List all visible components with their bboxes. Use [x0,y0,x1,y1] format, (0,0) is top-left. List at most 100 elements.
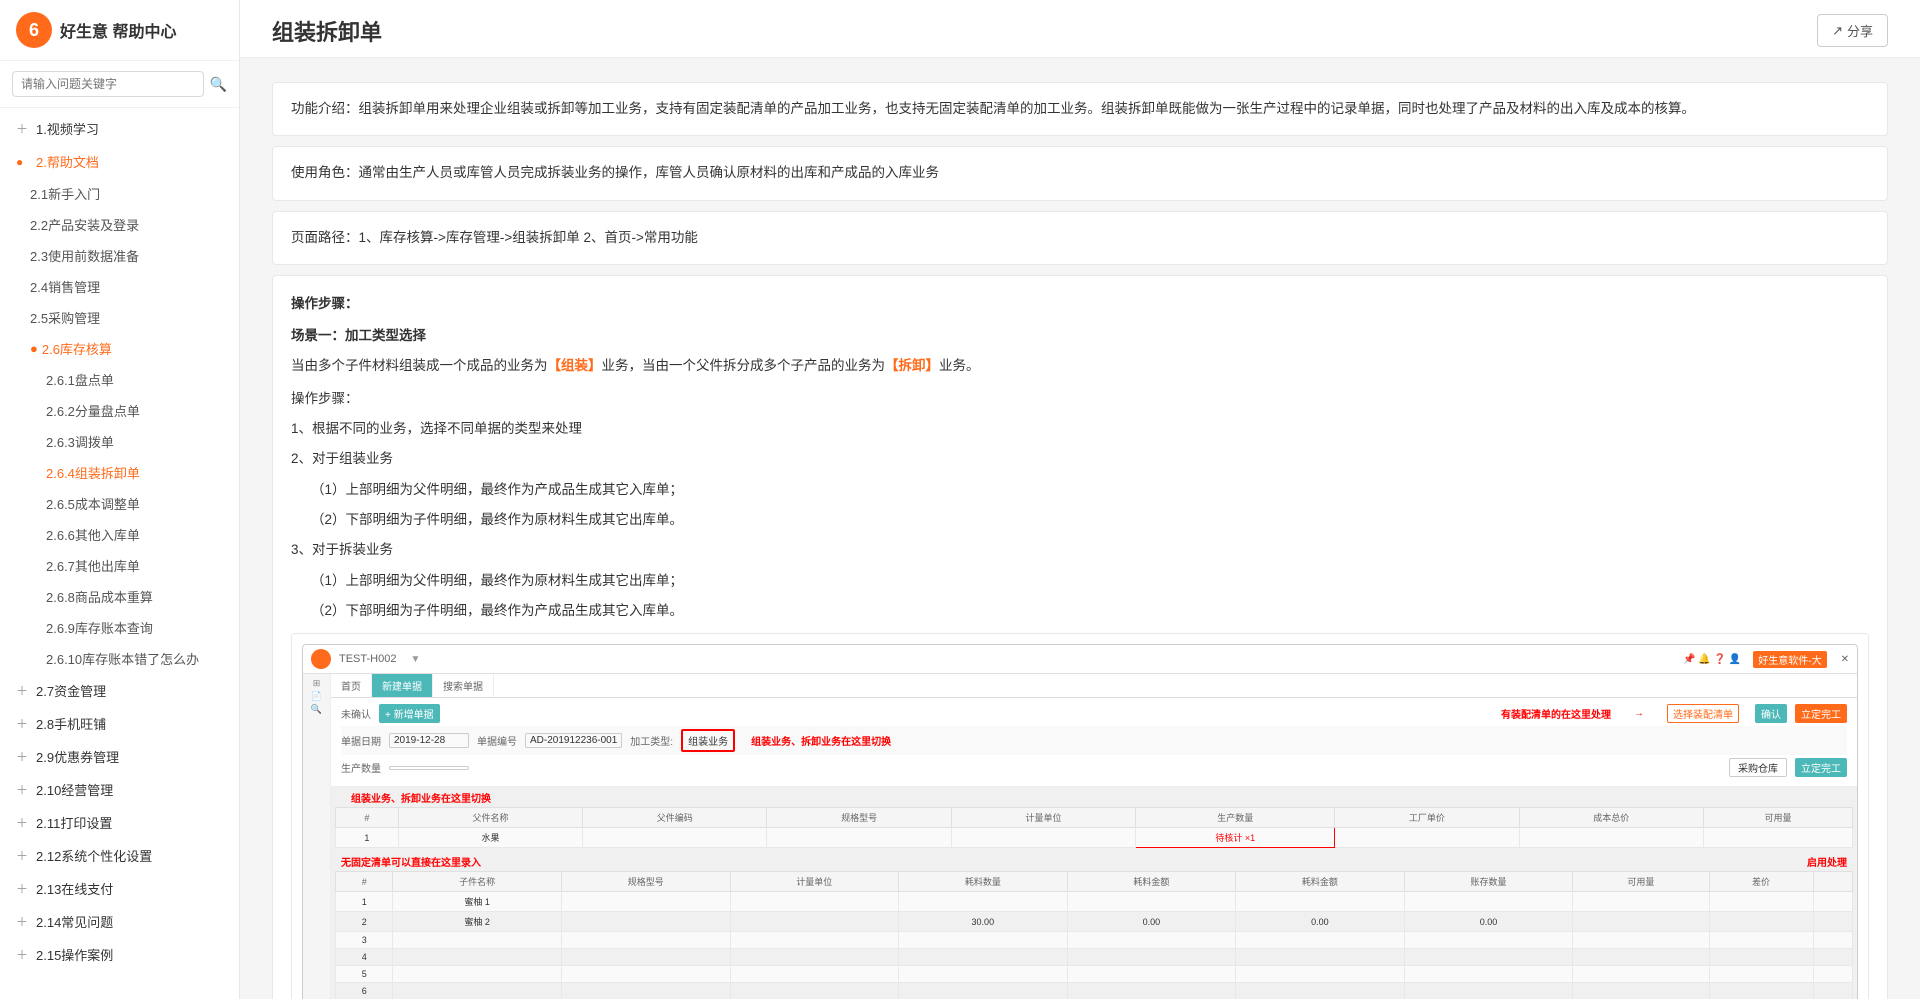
ss-form-row-3: 生产数量 采购仓库 立定完工 [341,758,1847,777]
sidebar-item-newbie[interactable]: 2.1新手入门 [0,178,239,209]
path-text: 页面路径：1、库存核算->库存管理->组装拆卸单 2、首页->常用功能 [291,230,698,245]
content-area: 功能介绍：组装拆卸单用来处理企业组装或拆卸等加工业务，支持有固定装配清单的产品加… [240,58,1920,999]
main-area: 组装拆卸单 ↗ 分享 功能介绍：组装拆卸单用来处理企业组装或拆卸等加工业务，支持… [240,0,1920,999]
ss-left-sidebar: ⊞ 📄 🔍 [303,674,331,999]
sidebar-item-otheroutstock[interactable]: 2.6.7其他出库单 [0,550,239,581]
search-box[interactable]: 🔍 [0,61,239,108]
ss-cell-av [1703,828,1852,848]
sidebar-item-stockledger[interactable]: 2.6.9库存账本查询 [0,612,239,643]
sidebar-item-assembly[interactable]: 2.6.4组装拆卸单 [0,457,239,488]
ss-main-layout: ⊞ 📄 🔍 首页 新建单据 搜索单据 [303,674,1857,999]
ss-lower-annotation-bar: 无固定清单可以直接在这里录入 启用处理 [331,852,1857,871]
sidebar-item-stocktake[interactable]: 2.6.1盘点单 [0,364,239,395]
ss-col-parent-name: 父件名称 [398,808,582,828]
sidebar-item-otherinstock[interactable]: 2.6.6其他入库单 [0,519,239,550]
ss-assembly-type[interactable]: 组装业务 [681,729,735,752]
ss-btn-add[interactable]: + 新增单据 [379,704,440,723]
ss-search-icon: 🔍 [311,704,322,715]
sidebar-item-inventory[interactable]: ● 2.6库存核算 [0,333,239,364]
ss-col2-amount: 耗料金额 [1067,872,1236,892]
plus-icon: ＋ [16,781,30,798]
sidebar-item-stockerror[interactable]: 2.6.10库存账本错了怎么办 [0,643,239,674]
ss-icons: 📌 🔔 ❓ 👤 [1683,654,1741,665]
sidebar-item-mobile[interactable]: ＋ 2.8手机旺铺 [0,707,239,740]
sidebar-item-stockdistrib[interactable]: 2.6.2分量盘点单 [0,395,239,426]
sidebar-item-purchase[interactable]: 2.5采购管理 [0,302,239,333]
table-row: 1 水果 待核计 ×1 [336,828,1853,848]
ss-tab-search[interactable]: 搜索单据 [433,674,494,697]
ss-col2-op [1813,872,1852,892]
ss-upper-table: # 父件名称 父件编码 规格型号 计量单位 生产数量 工厂单价 成本总价 [335,807,1853,848]
ss-col2-consume: 耗料数量 [899,872,1068,892]
sidebar-item-help[interactable]: ● 2.帮助文档 [0,145,239,178]
intro-block: 功能介绍：组装拆卸单用来处理企业组装或拆卸等加工业务，支持有固定装配清单的产品加… [272,82,1888,136]
sidebar-item-video[interactable]: ＋ 1.视频学习 [0,112,239,145]
sidebar-item-cases[interactable]: ＋ 2.15操作案例 [0,938,239,971]
ss-tab-home[interactable]: 首页 [331,674,372,697]
ss-label-status: 未确认 [341,706,371,721]
ss-form-row-1: 未确认 + 新增单据 有装配清单的在这里处理 → 选择装配清单 确认 立定完工 [341,704,1847,723]
step3-2: （2）下部明细为子件明细，最终作为产成品生成其它入库单。 [311,599,1869,623]
sidebar-item-onlinepay[interactable]: ＋ 2.13在线支付 [0,872,239,905]
ss-input-date[interactable]: 2019-12-28 [389,733,469,748]
ss-btn-confirm2[interactable]: 立定完工 [1795,704,1847,723]
ss-col-unitprice: 工厂单价 [1335,808,1519,828]
ss-form-area: 未确认 + 新增单据 有装配清单的在这里处理 → 选择装配清单 确认 立定完工 [331,698,1857,787]
sidebar-item-goodscost[interactable]: 2.6.8商品成本重算 [0,581,239,612]
table-row: 6 [336,983,1853,999]
ss-label-count: 生产数量 [341,760,381,775]
ss-col2-amount2: 耗料金额 [1236,872,1405,892]
table-row: 1 蜜柚 1 [336,892,1853,912]
sidebar-item-adjust[interactable]: 2.6.3调拨单 [0,426,239,457]
ss-cell-code [583,828,767,848]
sidebar-item-data[interactable]: 2.3使用前数据准备 [0,240,239,271]
ss-tab-new[interactable]: 新建单据 [372,674,433,697]
screenshot: TEST-H002 ▼ 📌 🔔 ❓ 👤 好生意软件-大 ✕ ⊞ 📄 🔍 [302,644,1858,999]
logo-icon: 6 [16,12,52,48]
ss-cell-unit [951,828,1135,848]
scene1-title: 场景一：加工类型选择 [291,324,1869,348]
share-button[interactable]: ↗ 分享 [1817,14,1888,47]
ss-home-icon: ⊞ [313,678,321,689]
sidebar-item-customize[interactable]: ＋ 2.12系统个性化设置 [0,839,239,872]
ss-input-count[interactable] [389,766,469,770]
ss-lower-table-container: # 子件名称 规格型号 计量单位 耗料数量 耗料金额 耗料金额 账存数量 [331,871,1857,999]
sidebar-item-print[interactable]: ＋ 2.11打印设置 [0,806,239,839]
sidebar-item-finance[interactable]: ＋ 2.7资金管理 [0,674,239,707]
sidebar-item-install[interactable]: 2.2产品安装及登录 [0,209,239,240]
ss-input-docno[interactable]: AD-201912236-001 [525,733,622,748]
ss-label-docno: 单据编号 [477,733,517,748]
ss-notice-text: 有装配清单的在这里处理 [1501,706,1611,721]
ss-type-annotation: 组装业务、拆卸业务在这里切换 [751,733,891,748]
plus-icon: ＋ [16,682,30,699]
plus-icon: ＋ [16,946,30,963]
ss-col2-unit: 计量单位 [730,872,899,892]
ss-label-date: 单据日期 [341,733,381,748]
ss-btn-other[interactable]: 确认 [1755,704,1787,723]
ss-confirm-btn[interactable]: 选择装配清单 [1667,704,1739,723]
plus-icon: ＋ [16,715,30,732]
ss-col-total: 成本总价 [1519,808,1703,828]
page-title: 组装拆卸单 [272,15,382,47]
sidebar-item-sales[interactable]: 2.4销售管理 [0,271,239,302]
sidebar-item-coupon[interactable]: ＋ 2.9优惠券管理 [0,740,239,773]
sidebar-item-costadj[interactable]: 2.6.5成本调整单 [0,488,239,519]
table-row: 3 [336,932,1853,949]
ss-col-unit: 计量单位 [951,808,1135,828]
ss-tabs: 首页 新建单据 搜索单据 [331,674,1857,698]
sidebar-item-faq[interactable]: ＋ 2.14常见问题 [0,905,239,938]
search-button[interactable]: 🔍 [210,76,227,93]
table-row: 2 蜜柚 2 30.00 0.00 0.00 0.00 [336,912,1853,932]
ss-btn-save[interactable]: 立定完工 [1795,758,1847,777]
role-block: 使用角色：通常由生产人员或库管人员完成拆装业务的操作，库管人员确认原材料的出库和… [272,146,1888,200]
ss-col-num: # [336,808,399,828]
plus-icon: ＋ [16,120,30,137]
ss-warehouse-input[interactable]: 采购仓库 [1729,758,1787,777]
ss-col2-name: 子件名称 [393,872,562,892]
share-icon: ↗ [1832,23,1843,39]
ss-doc-icon: 📄 [311,691,322,702]
sidebar-item-operation[interactable]: ＋ 2.10经营管理 [0,773,239,806]
ss-titlebar: TEST-H002 ▼ 📌 🔔 ❓ 👤 好生意软件-大 ✕ [303,645,1857,674]
search-input[interactable] [12,71,204,97]
scene1-desc: 当由多个子件材料组装成一个成品的业务为【组装】业务，当由一个父件拆分成多个子产品… [291,354,1869,378]
